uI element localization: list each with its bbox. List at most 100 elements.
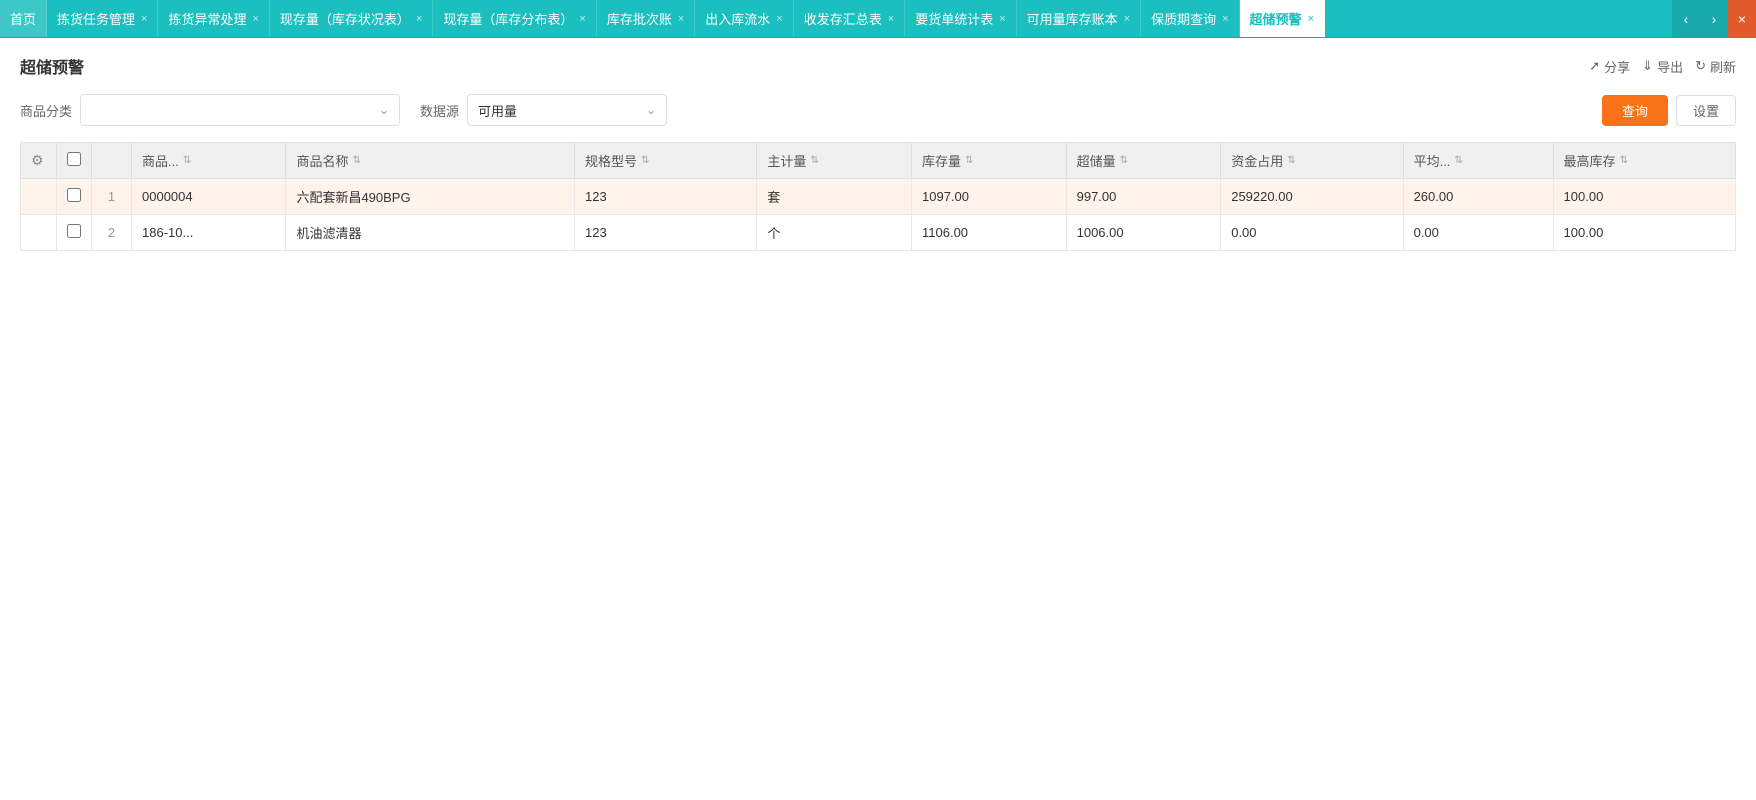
row-name: 机油滤清器: [286, 215, 575, 251]
page-title: 超储预警: [20, 54, 84, 78]
close-batch-icon[interactable]: ×: [678, 13, 684, 25]
sort-capital-icon: ⇅: [1287, 155, 1295, 166]
nav-collection[interactable]: 收发存汇总表 ×: [794, 0, 905, 38]
sort-name-icon: ⇅: [352, 155, 360, 166]
main-content: 超储预警 ➚ 分享 ⇓ 导出 ↻ 刷新 商品分类 ⌄ 数据源: [0, 38, 1756, 800]
close-available-icon[interactable]: ×: [1124, 13, 1130, 25]
col-spec-header[interactable]: 规格型号 ⇅: [575, 143, 757, 179]
nav-batch[interactable]: 库存批次账 ×: [597, 0, 695, 38]
nav-expiry[interactable]: 保质期查询 ×: [1141, 0, 1239, 38]
row-max: 100.00: [1553, 179, 1735, 215]
row-max: 100.00: [1553, 215, 1735, 251]
col-checkbox-header: [57, 143, 92, 179]
table-body: 1 0000004 六配套新昌490BPG 123 套 1097.00 997.…: [21, 179, 1736, 251]
close-abnormal-icon[interactable]: ×: [252, 13, 258, 25]
sort-max-icon: ⇅: [1620, 155, 1628, 166]
row-code: 186-10...: [132, 215, 286, 251]
nav-task[interactable]: 拣货任务管理 ×: [47, 0, 158, 38]
row-index: 1: [92, 179, 132, 215]
row-checkbox-0[interactable]: [67, 188, 81, 202]
row-checkbox-cell: [57, 179, 92, 215]
settings-button[interactable]: 设置: [1676, 95, 1736, 126]
row-stock: 1106.00: [912, 215, 1067, 251]
col-avg-header[interactable]: 平均... ⇅: [1403, 143, 1553, 179]
export-button[interactable]: ⇓ 导出: [1642, 57, 1683, 76]
nav-right-arrow[interactable]: ›: [1700, 0, 1728, 38]
nav-close-all[interactable]: ×: [1728, 0, 1756, 38]
datasource-filter-group: 数据源 可用量 ⌄: [420, 94, 667, 126]
page-header: 超储预警 ➚ 分享 ⇓ 导出 ↻ 刷新: [20, 54, 1736, 78]
col-name-header[interactable]: 商品名称 ⇅: [286, 143, 575, 179]
header-actions: ➚ 分享 ⇓ 导出 ↻ 刷新: [1589, 57, 1736, 76]
row-code: 0000004: [132, 179, 286, 215]
share-button[interactable]: ➚ 分享: [1589, 57, 1630, 76]
row-overstock: 997.00: [1066, 179, 1221, 215]
category-select[interactable]: ⌄: [80, 94, 400, 126]
row-index: 2: [92, 215, 132, 251]
row-checkbox-1[interactable]: [67, 224, 81, 238]
table-row: 1 0000004 六配套新昌490BPG 123 套 1097.00 997.…: [21, 179, 1736, 215]
close-collection-icon[interactable]: ×: [888, 13, 894, 25]
filter-row: 商品分类 ⌄ 数据源 可用量 ⌄ 查询 设置: [20, 94, 1736, 126]
nav-left-arrow[interactable]: ‹: [1672, 0, 1700, 38]
row-stock: 1097.00: [912, 179, 1067, 215]
refresh-button[interactable]: ↻ 刷新: [1695, 57, 1736, 76]
row-gear-cell: [21, 215, 57, 251]
nav-home[interactable]: 首页: [0, 0, 47, 38]
data-table: ⚙ 商品... ⇅ 商品名称 ⇅: [20, 142, 1736, 251]
category-filter-group: 商品分类 ⌄: [20, 94, 400, 126]
row-unit: 个: [757, 215, 912, 251]
nav-inout[interactable]: 出入库流水 ×: [695, 0, 793, 38]
col-code-header[interactable]: 商品... ⇅: [132, 143, 286, 179]
row-avg: 260.00: [1403, 179, 1553, 215]
row-capital: 259220.00: [1221, 179, 1403, 215]
close-inv-dist-icon[interactable]: ×: [579, 13, 585, 25]
col-capital-header[interactable]: 资金占用 ⇅: [1221, 143, 1403, 179]
query-button[interactable]: 查询: [1602, 95, 1668, 126]
sort-avg-icon: ⇅: [1454, 155, 1462, 166]
datasource-select-value: 可用量: [478, 101, 517, 120]
col-max-header[interactable]: 最高库存 ⇅: [1553, 143, 1735, 179]
datasource-label: 数据源: [420, 101, 459, 120]
category-chevron-down-icon: ⌄: [379, 103, 389, 117]
sort-overstock-icon: ⇅: [1120, 155, 1128, 166]
table-header: ⚙ 商品... ⇅ 商品名称 ⇅: [21, 143, 1736, 179]
table-gear-icon[interactable]: ⚙: [31, 152, 44, 168]
nav-available[interactable]: 可用量库存账本 ×: [1017, 0, 1141, 38]
sort-stock-icon: ⇅: [965, 155, 973, 166]
row-capital: 0.00: [1221, 215, 1403, 251]
col-gear-header: ⚙: [21, 143, 57, 179]
sort-spec-icon: ⇅: [641, 155, 649, 166]
row-spec: 123: [575, 215, 757, 251]
select-all-checkbox[interactable]: [67, 152, 81, 166]
nav-arrows: ‹ › ×: [1672, 0, 1756, 38]
datasource-select[interactable]: 可用量 ⌄: [467, 94, 667, 126]
close-inout-icon[interactable]: ×: [776, 13, 782, 25]
close-expiry-icon[interactable]: ×: [1222, 13, 1228, 25]
share-icon: ➚: [1589, 58, 1600, 74]
datasource-chevron-down-icon: ⌄: [646, 103, 656, 117]
close-overstock-icon[interactable]: ×: [1308, 13, 1314, 25]
refresh-icon: ↻: [1695, 58, 1706, 74]
row-avg: 0.00: [1403, 215, 1553, 251]
row-unit: 套: [757, 179, 912, 215]
col-index-header: [92, 143, 132, 179]
nav-abnormal[interactable]: 拣货异常处理 ×: [158, 0, 269, 38]
category-label: 商品分类: [20, 101, 72, 120]
row-spec: 123: [575, 179, 757, 215]
export-icon: ⇓: [1642, 58, 1653, 74]
close-order-stats-icon[interactable]: ×: [999, 13, 1005, 25]
close-task-icon[interactable]: ×: [141, 13, 147, 25]
table-row: 2 186-10... 机油滤清器 123 个 1106.00 1006.00 …: [21, 215, 1736, 251]
nav-inventory-status[interactable]: 现存量（库存状况表） ×: [270, 0, 433, 38]
col-stock-header[interactable]: 库存量 ⇅: [912, 143, 1067, 179]
nav-overstock[interactable]: 超储预警 ×: [1240, 0, 1325, 38]
row-overstock: 1006.00: [1066, 215, 1221, 251]
nav-inventory-dist[interactable]: 现存量（库存分布表） ×: [433, 0, 596, 38]
col-unit-header[interactable]: 主计量 ⇅: [757, 143, 912, 179]
sort-unit-icon: ⇅: [810, 155, 818, 166]
col-overstock-header[interactable]: 超储量 ⇅: [1066, 143, 1221, 179]
nav-order-stats[interactable]: 要货单统计表 ×: [905, 0, 1016, 38]
row-checkbox-cell: [57, 215, 92, 251]
close-inv-status-icon[interactable]: ×: [416, 13, 422, 25]
